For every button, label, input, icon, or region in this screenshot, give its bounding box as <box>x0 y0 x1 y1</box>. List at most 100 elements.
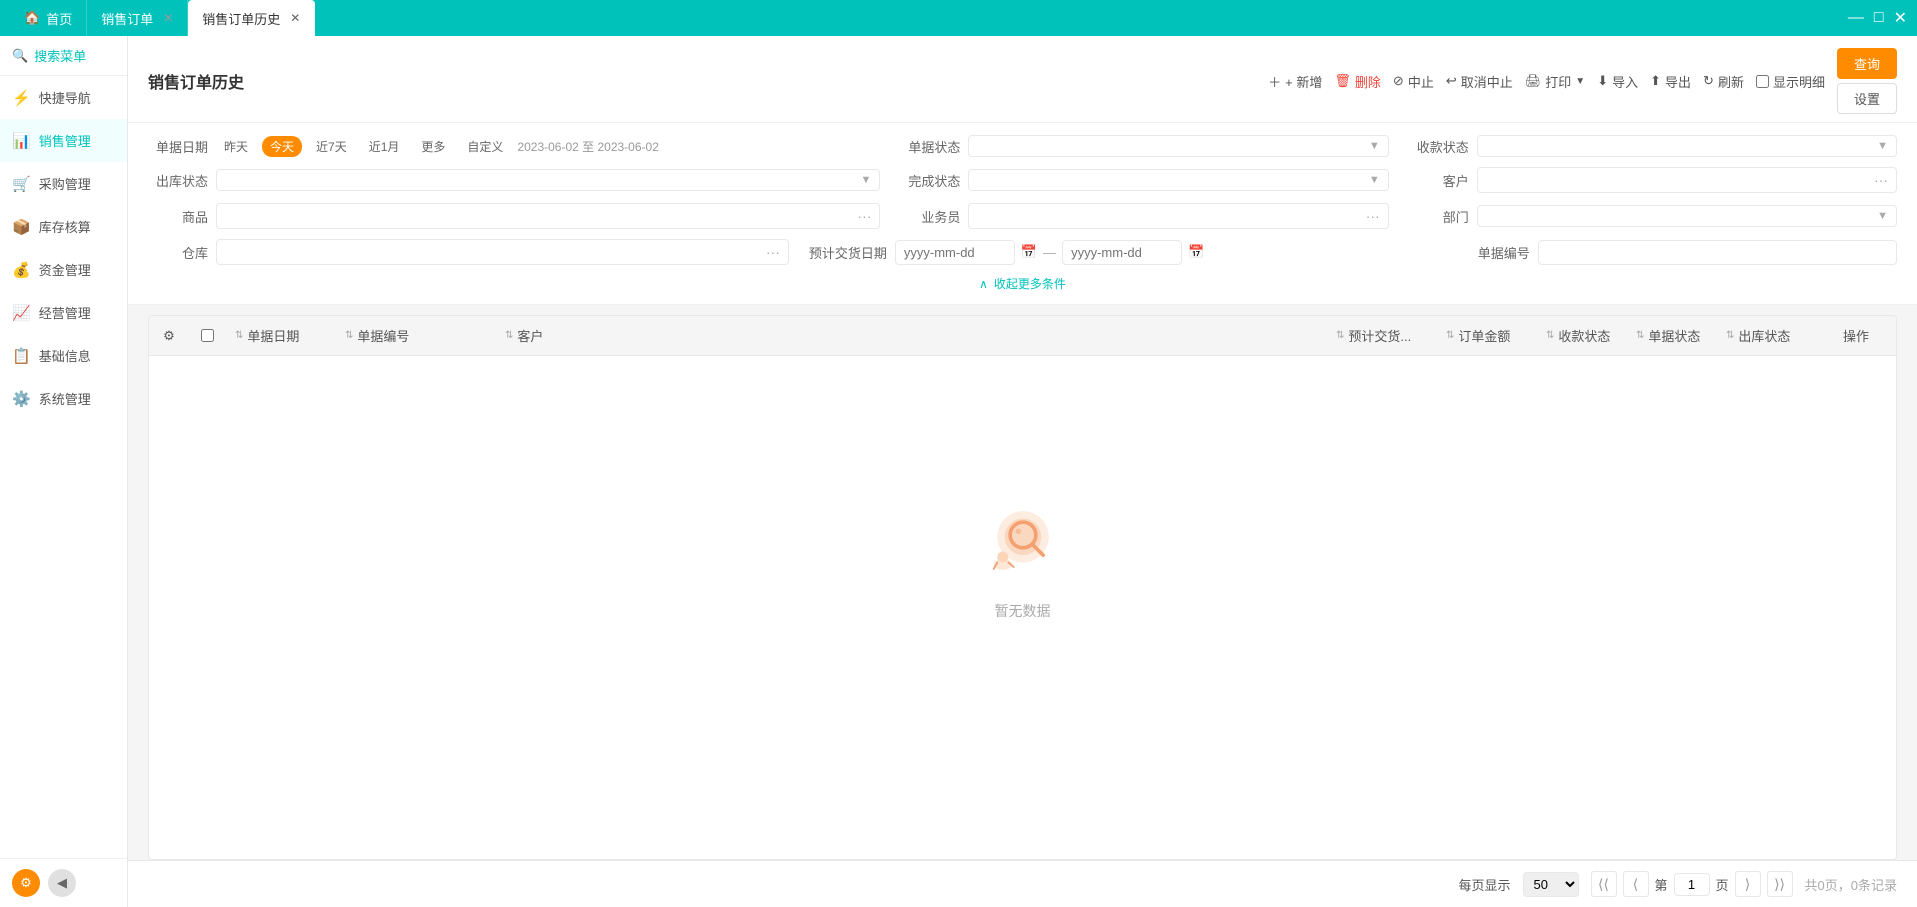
cancel-stop-button[interactable]: ↩ 取消中止 <box>1446 72 1513 91</box>
refresh-button[interactable]: ↻ 刷新 <box>1703 72 1744 91</box>
export-button[interactable]: ⬆ 导出 <box>1650 72 1691 91</box>
tab-home[interactable]: 🏠 首页 <box>10 0 87 36</box>
sort-date-icon: ⇅ <box>235 330 243 341</box>
stop-button[interactable]: ⊘ 中止 <box>1393 72 1434 91</box>
main-layout: 🔍 搜索菜单 ⚡ 快捷导航 📊 销售管理 🛒 采购管理 📦 库存核算 💰 资金管… <box>0 36 1917 907</box>
sidebar-search-label: 搜索菜单 <box>34 46 86 65</box>
sidebar-item-system[interactable]: ⚙️ 系统管理 <box>0 377 127 420</box>
customer-dots-btn[interactable]: ··· <box>1874 172 1888 188</box>
sort-pay-status-icon: ⇅ <box>1546 330 1554 341</box>
filter-row-2: 出库状态 ▼ 完成状态 ▼ 客户 <box>148 167 1897 193</box>
warehouse-dots-btn[interactable]: ··· <box>766 244 780 260</box>
current-page-input[interactable] <box>1674 873 1710 896</box>
import-button[interactable]: ⬇ 导入 <box>1597 72 1638 91</box>
th-settings[interactable]: ⚙ <box>149 328 189 344</box>
th-order-status[interactable]: ⇅ 单据状态 <box>1626 326 1716 345</box>
show-detail-checkbox-label[interactable]: 显示明细 <box>1756 72 1825 91</box>
prev-page-btn[interactable]: ⟨ <box>1623 871 1649 897</box>
sidebar-item-operations[interactable]: 📈 经营管理 <box>0 291 127 334</box>
sidebar-settings-btn[interactable]: ⚙ <box>12 869 40 897</box>
sidebar-item-purchase-mgmt[interactable]: 🛒 采购管理 <box>0 162 127 205</box>
select-all-checkbox[interactable] <box>201 329 214 342</box>
goods-dots-btn[interactable]: ··· <box>857 208 871 224</box>
delivery-status-select[interactable]: ▼ <box>216 169 880 191</box>
sidebar-item-inventory[interactable]: 📦 库存核算 <box>0 205 127 248</box>
delivery-date-end[interactable] <box>1062 240 1182 265</box>
page-total-info: 共0页，0条记录 <box>1805 875 1897 894</box>
tab-sales-order[interactable]: 销售订单 ✕ <box>87 0 188 36</box>
filter-pay-status: 收款状态 ▼ <box>1409 135 1897 157</box>
tab-sales-order-history[interactable]: 销售订单历史 ✕ <box>188 0 315 36</box>
sidebar-search[interactable]: 🔍 搜索菜单 <box>0 36 127 76</box>
new-button[interactable]: ＋ + 新增 <box>1268 72 1322 91</box>
empty-state: 暂无数据 <box>149 356 1896 756</box>
filter-delivery-status: 出库状态 ▼ <box>148 169 880 191</box>
settings-button[interactable]: 设置 <box>1837 83 1897 114</box>
import-icon: ⬇ <box>1597 73 1608 89</box>
refresh-icon: ↻ <box>1703 73 1714 89</box>
sidebar-item-finance[interactable]: 💰 资金管理 <box>0 248 127 291</box>
content-area: 销售订单历史 ＋ + 新增 🗑 删除 ⊘ 中止 ↩ 取消中止 <box>128 36 1917 907</box>
collapse-row[interactable]: ∧ 收起更多条件 <box>148 275 1897 292</box>
date-btn-7days[interactable]: 近7天 <box>308 136 355 157</box>
th-date-label: 单据日期 <box>247 326 299 345</box>
inventory-icon: 📦 <box>12 218 31 236</box>
tab-sales-order-history-close[interactable]: ✕ <box>290 11 300 25</box>
last-page-btn[interactable]: ⟩⟩ <box>1767 871 1793 897</box>
date-btn-yesterday[interactable]: 昨天 <box>216 136 256 157</box>
sidebar-item-finance-label: 资金管理 <box>39 260 91 279</box>
empty-text: 暂无数据 <box>995 601 1051 621</box>
salesperson-dots-btn[interactable]: ··· <box>1366 208 1380 224</box>
sidebar-item-operations-label: 经营管理 <box>39 303 91 322</box>
delete-button[interactable]: 🗑 删除 <box>1334 72 1381 91</box>
filter-area: 单据日期 昨天 今天 近7天 近1月 更多 自定义 2023-06-02 至 2… <box>128 123 1917 305</box>
th-no[interactable]: ⇅ 单据编号 <box>335 326 495 345</box>
table-container: ⚙ ⇅ 单据日期 ⇅ 单据编号 ⇅ 客户 <box>138 305 1907 860</box>
cancel-stop-icon: ↩ <box>1446 73 1457 89</box>
finance-icon: 💰 <box>12 261 31 279</box>
tab-home-label: 首页 <box>46 9 72 28</box>
th-date[interactable]: ⇅ 单据日期 <box>225 326 335 345</box>
sidebar-item-sales-mgmt[interactable]: 📊 销售管理 <box>0 119 127 162</box>
th-delivery[interactable]: ⇅ 预计交货... <box>1326 326 1436 345</box>
close-btn[interactable]: ✕ <box>1894 8 1907 28</box>
th-pay-status[interactable]: ⇅ 收款状态 <box>1536 326 1626 345</box>
show-detail-checkbox[interactable] <box>1756 75 1769 88</box>
goods-label: 商品 <box>148 207 208 226</box>
delivery-date-start[interactable] <box>895 240 1015 265</box>
maximize-btn[interactable]: □ <box>1874 9 1884 27</box>
pay-status-select[interactable]: ▼ <box>1477 135 1897 157</box>
sidebar-item-basic-info[interactable]: 📋 基础信息 <box>0 334 127 377</box>
th-customer[interactable]: ⇅ 客户 <box>495 326 1326 345</box>
first-page-btn[interactable]: ⟨⟨ <box>1591 871 1617 897</box>
per-page-label: 每页显示 <box>1458 875 1510 894</box>
per-page-select[interactable]: 50 100 200 <box>1523 872 1579 897</box>
print-button[interactable]: 🖨 打印 ▼ <box>1525 72 1585 91</box>
sidebar-item-inventory-label: 库存核算 <box>39 217 91 236</box>
department-select[interactable]: ▼ <box>1477 205 1897 227</box>
tab-sales-order-close[interactable]: ✕ <box>163 11 173 25</box>
query-button[interactable]: 查询 <box>1837 48 1897 79</box>
th-amount[interactable]: ⇅ 订单金额 <box>1436 326 1536 345</box>
date-btn-more[interactable]: 更多 <box>413 136 453 157</box>
minimize-btn[interactable]: — <box>1848 9 1864 27</box>
delivery-status-label: 出库状态 <box>148 171 208 190</box>
sidebar-item-sales-mgmt-label: 销售管理 <box>39 131 91 150</box>
sidebar-collapse-btn[interactable]: ◀ <box>48 869 76 897</box>
customer-label: 客户 <box>1409 171 1469 190</box>
sidebar-item-quick-nav[interactable]: ⚡ 快捷导航 <box>0 76 127 119</box>
th-action-label: 操作 <box>1843 326 1869 345</box>
sort-no-icon: ⇅ <box>345 330 353 341</box>
date-btn-custom[interactable]: 自定义 <box>459 136 511 157</box>
th-checkbox[interactable] <box>189 329 225 342</box>
next-page-btn[interactable]: ⟩ <box>1735 871 1761 897</box>
order-no-input[interactable] <box>1538 240 1897 265</box>
th-delivery-status[interactable]: ⇅ 出库状态 <box>1716 326 1816 345</box>
date-btn-today[interactable]: 今天 <box>262 136 302 157</box>
filter-completion-status: 完成状态 ▼ <box>900 169 1388 191</box>
order-status-select[interactable]: ▼ <box>968 135 1388 157</box>
date-btn-1month[interactable]: 近1月 <box>361 136 408 157</box>
cal-start-icon[interactable]: 📅 <box>1021 244 1037 260</box>
cal-end-icon[interactable]: 📅 <box>1188 244 1204 260</box>
completion-status-select[interactable]: ▼ <box>968 169 1388 191</box>
